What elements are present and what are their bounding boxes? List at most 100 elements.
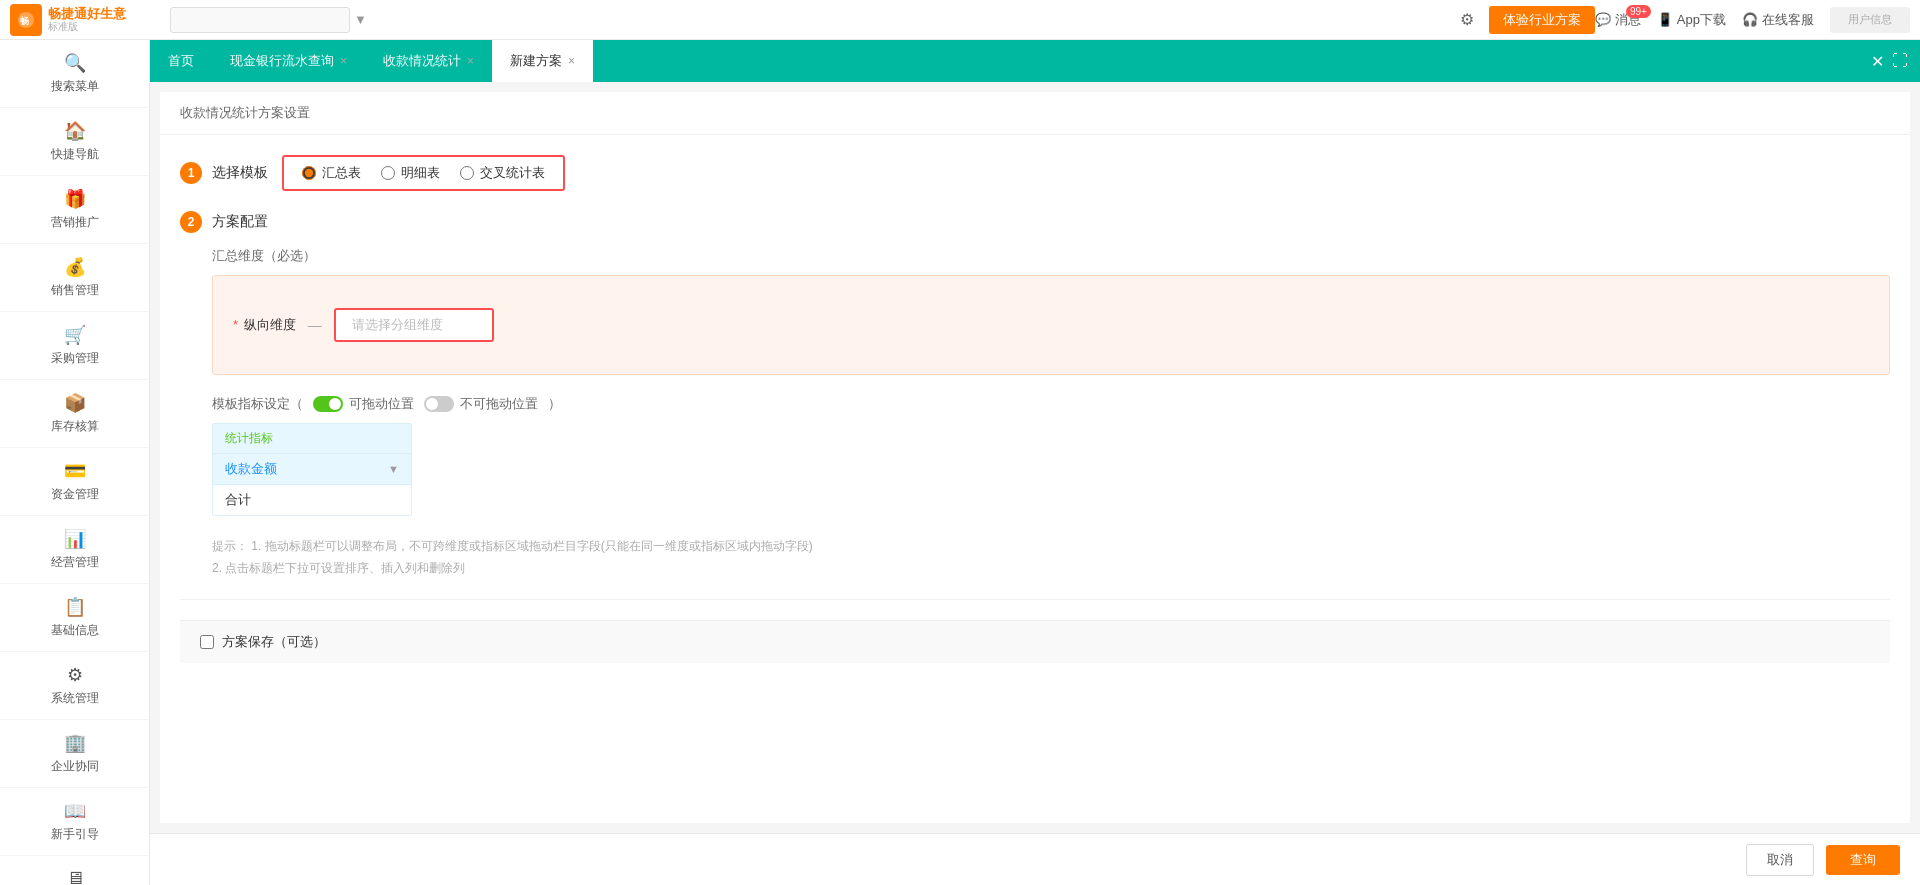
user-name: 用户信息	[1848, 12, 1892, 27]
sidebar-item-system[interactable]: ⚙ 系统管理	[0, 652, 149, 720]
tab-expand-btn[interactable]: ⛶	[1892, 52, 1908, 70]
radio-summary[interactable]: 汇总表	[302, 164, 361, 182]
sidebar: 🔍 搜索菜单 🏠 快捷导航 🎁 营销推广 💰 销售管理 🛒 采购管理 📦 库存核…	[0, 40, 150, 885]
finance-icon: 💳	[64, 460, 86, 482]
toggle-on[interactable]	[313, 396, 343, 412]
dimension-select[interactable]: 请选择分组维度	[334, 308, 494, 342]
logo-text: 畅捷通好生意	[48, 6, 126, 22]
tab-close-btn[interactable]: ✕	[1871, 52, 1884, 71]
stats-section-label: 统计指标	[225, 430, 273, 447]
tab-newplan[interactable]: 新建方案 ×	[492, 40, 593, 82]
radio-cross[interactable]: 交叉统计表	[460, 164, 545, 182]
sidebar-item-nav[interactable]: 🏠 快捷导航	[0, 108, 149, 176]
tab-newplan-label: 新建方案	[510, 52, 562, 70]
marketing-icon: 🎁	[64, 188, 86, 210]
sidebar-item-marketing[interactable]: 🎁 营销推广	[0, 176, 149, 244]
online-service-button[interactable]: 🎧 在线客服	[1742, 11, 1814, 29]
close-paren: ）	[548, 395, 561, 413]
message-button[interactable]: 💬 消息 99+	[1595, 11, 1641, 29]
radio-detail-label: 明细表	[401, 164, 440, 182]
sidebar-item-search[interactable]: 🔍 搜索菜单	[0, 40, 149, 108]
sidebar-item-label: 资金管理	[51, 486, 99, 503]
step2-title: 方案配置	[212, 213, 268, 231]
app-label: App下载	[1677, 11, 1726, 29]
guide-icon: 📖	[64, 800, 86, 822]
sidebar-item-sales[interactable]: 💰 销售管理	[0, 244, 149, 312]
sidebar-item-label: 营销推广	[51, 214, 99, 231]
table-header-label: 收款金额	[225, 460, 277, 478]
search-arrow-icon[interactable]: ▼	[354, 12, 367, 27]
metrics-label-row: 模板指标设定（ 可拖动位置 不可拖动位置 ）	[212, 395, 1890, 413]
step1-num: 1	[180, 162, 202, 184]
tab-home-label: 首页	[168, 52, 194, 70]
sidebar-item-basic[interactable]: 📋 基础信息	[0, 584, 149, 652]
tab-newplan-close[interactable]: ×	[568, 54, 575, 68]
stats-table: 统计指标 收款金额 ▼ 合计	[212, 423, 412, 516]
sidebar-item-purchase[interactable]: 🛒 采购管理	[0, 312, 149, 380]
hardware-icon: 🖥	[66, 868, 84, 885]
tab-cashflow-close[interactable]: ×	[340, 54, 347, 68]
tab-receipt-close[interactable]: ×	[467, 54, 474, 68]
step2-num: 2	[180, 211, 202, 233]
radio-detail[interactable]: 明细表	[381, 164, 440, 182]
sidebar-item-finance[interactable]: 💳 资金管理	[0, 448, 149, 516]
form-content: 1 选择模板 汇总表	[160, 135, 1910, 683]
step1-header: 1 选择模板	[180, 162, 268, 184]
metrics-label: 模板指标设定（	[212, 395, 303, 413]
dimension-section-label: 汇总维度（必选）	[212, 247, 1890, 265]
logo: 畅 畅捷通好生意 标准版	[10, 4, 160, 36]
step1-title: 选择模板	[212, 164, 268, 182]
sidebar-item-hardware[interactable]: 🖥 智能硬件	[0, 856, 149, 885]
sidebar-item-enterprise[interactable]: 🏢 企业协同	[0, 720, 149, 788]
cancel-button[interactable]: 取消	[1746, 844, 1814, 876]
radio-summary-label: 汇总表	[322, 164, 361, 182]
user-avatar[interactable]: 用户信息	[1830, 7, 1910, 33]
dropdown-icon[interactable]: ▼	[388, 463, 399, 475]
app-download-button[interactable]: 📱 App下载	[1657, 11, 1726, 29]
sidebar-item-label: 搜索菜单	[51, 78, 99, 95]
svg-text:畅: 畅	[20, 16, 29, 26]
service-label: 在线客服	[1762, 11, 1814, 29]
sidebar-item-inventory[interactable]: 📦 库存核算	[0, 380, 149, 448]
draggable-toggle[interactable]: 可拖动位置	[313, 395, 414, 413]
content-area: 首页 现金银行流水查询 × 收款情况统计 × 新建方案 × ✕ ⛶	[150, 40, 1920, 885]
query-button[interactable]: 查询	[1826, 845, 1900, 875]
draggable-label: 可拖动位置	[349, 395, 414, 413]
footer-bar: 取消 查询	[150, 833, 1920, 885]
sales-icon: 💰	[64, 256, 86, 278]
industry-btn[interactable]: 体验行业方案	[1489, 6, 1595, 34]
top-bar-right: 💬 消息 99+ 📱 App下载 🎧 在线客服 用户信息	[1595, 7, 1910, 33]
save-checkbox[interactable]	[200, 635, 214, 649]
non-draggable-toggle[interactable]: 不可拖动位置	[424, 395, 538, 413]
logo-badge: 标准版	[48, 21, 126, 33]
system-icon: ⚙	[67, 664, 83, 686]
gear-button[interactable]: ⚙	[1453, 6, 1481, 34]
radio-summary-input[interactable]	[302, 166, 316, 180]
stats-header-row: 收款金额 ▼	[213, 454, 411, 485]
radio-detail-input[interactable]	[381, 166, 395, 180]
tab-receipt[interactable]: 收款情况统计 ×	[365, 40, 492, 82]
toggle-off[interactable]	[424, 396, 454, 412]
vertical-label: * 纵向维度	[233, 316, 296, 334]
step2-header: 2 方案配置	[180, 211, 1890, 233]
search-input[interactable]	[170, 7, 350, 33]
tab-home[interactable]: 首页	[150, 40, 212, 82]
app-icon: 📱	[1657, 12, 1673, 27]
arrow-right-icon: —	[308, 317, 322, 333]
sidebar-item-guide[interactable]: 📖 新手引导	[0, 788, 149, 856]
tab-cashflow-label: 现金银行流水查询	[230, 52, 334, 70]
stats-table-cell: 合计	[213, 485, 411, 515]
metrics-section: 模板指标设定（ 可拖动位置 不可拖动位置 ）	[212, 395, 1890, 516]
radio-cross-input[interactable]	[460, 166, 474, 180]
purchase-icon: 🛒	[64, 324, 86, 346]
management-icon: 📊	[64, 528, 86, 550]
radio-group: 汇总表 明细表 交叉统计表	[302, 164, 545, 182]
sidebar-item-management[interactable]: 📊 经营管理	[0, 516, 149, 584]
step1-section: 1 选择模板 汇总表	[180, 155, 1890, 191]
sidebar-item-label: 经营管理	[51, 554, 99, 571]
page-inner: 收款情况统计方案设置 1 选择模板	[160, 92, 1910, 823]
tab-bar-actions: ✕ ⛶	[1871, 52, 1920, 71]
step1-wrapper: 1 选择模板 汇总表	[180, 155, 1890, 191]
sidebar-item-label: 新手引导	[51, 826, 99, 843]
tab-cashflow[interactable]: 现金银行流水查询 ×	[212, 40, 365, 82]
